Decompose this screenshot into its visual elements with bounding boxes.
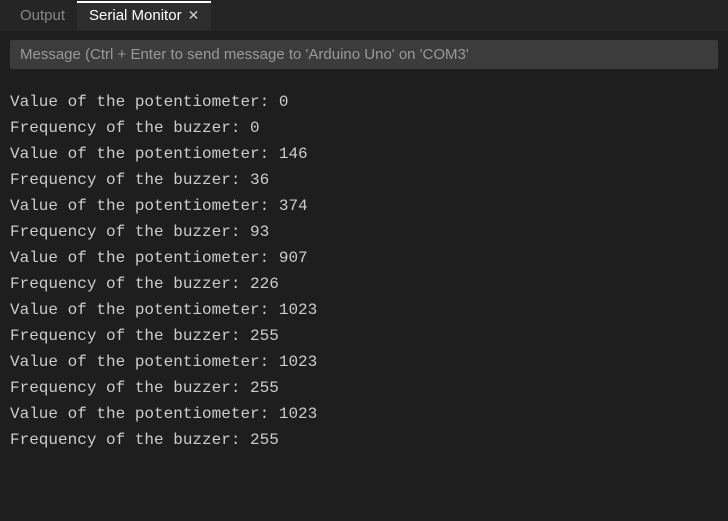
tab-output-label: Output bbox=[20, 7, 65, 24]
close-icon[interactable]: ✕ bbox=[188, 7, 200, 24]
serial-line: Frequency of the buzzer: 255 bbox=[10, 375, 718, 401]
tab-bar: Output Serial Monitor ✕ bbox=[0, 0, 728, 32]
serial-line: Frequency of the buzzer: 93 bbox=[10, 219, 718, 245]
serial-line: Frequency of the buzzer: 255 bbox=[10, 427, 718, 453]
serial-line: Value of the potentiometer: 907 bbox=[10, 245, 718, 271]
serial-line: Frequency of the buzzer: 226 bbox=[10, 271, 718, 297]
serial-line: Value of the potentiometer: 1023 bbox=[10, 401, 718, 427]
serial-line: Value of the potentiometer: 374 bbox=[10, 193, 718, 219]
serial-output: Value of the potentiometer: 0Frequency o… bbox=[0, 73, 728, 469]
message-placeholder: Message (Ctrl + Enter to send message to… bbox=[20, 46, 469, 63]
tab-output[interactable]: Output bbox=[8, 1, 77, 30]
serial-line: Frequency of the buzzer: 0 bbox=[10, 115, 718, 141]
tab-serial-monitor[interactable]: Serial Monitor ✕ bbox=[77, 1, 211, 30]
serial-line: Value of the potentiometer: 1023 bbox=[10, 297, 718, 323]
serial-line: Value of the potentiometer: 1023 bbox=[10, 349, 718, 375]
serial-line: Value of the potentiometer: 0 bbox=[10, 89, 718, 115]
tab-serial-monitor-label: Serial Monitor bbox=[89, 7, 182, 24]
serial-line: Frequency of the buzzer: 36 bbox=[10, 167, 718, 193]
serial-line: Value of the potentiometer: 146 bbox=[10, 141, 718, 167]
serial-line: Frequency of the buzzer: 255 bbox=[10, 323, 718, 349]
message-input[interactable]: Message (Ctrl + Enter to send message to… bbox=[10, 40, 718, 69]
